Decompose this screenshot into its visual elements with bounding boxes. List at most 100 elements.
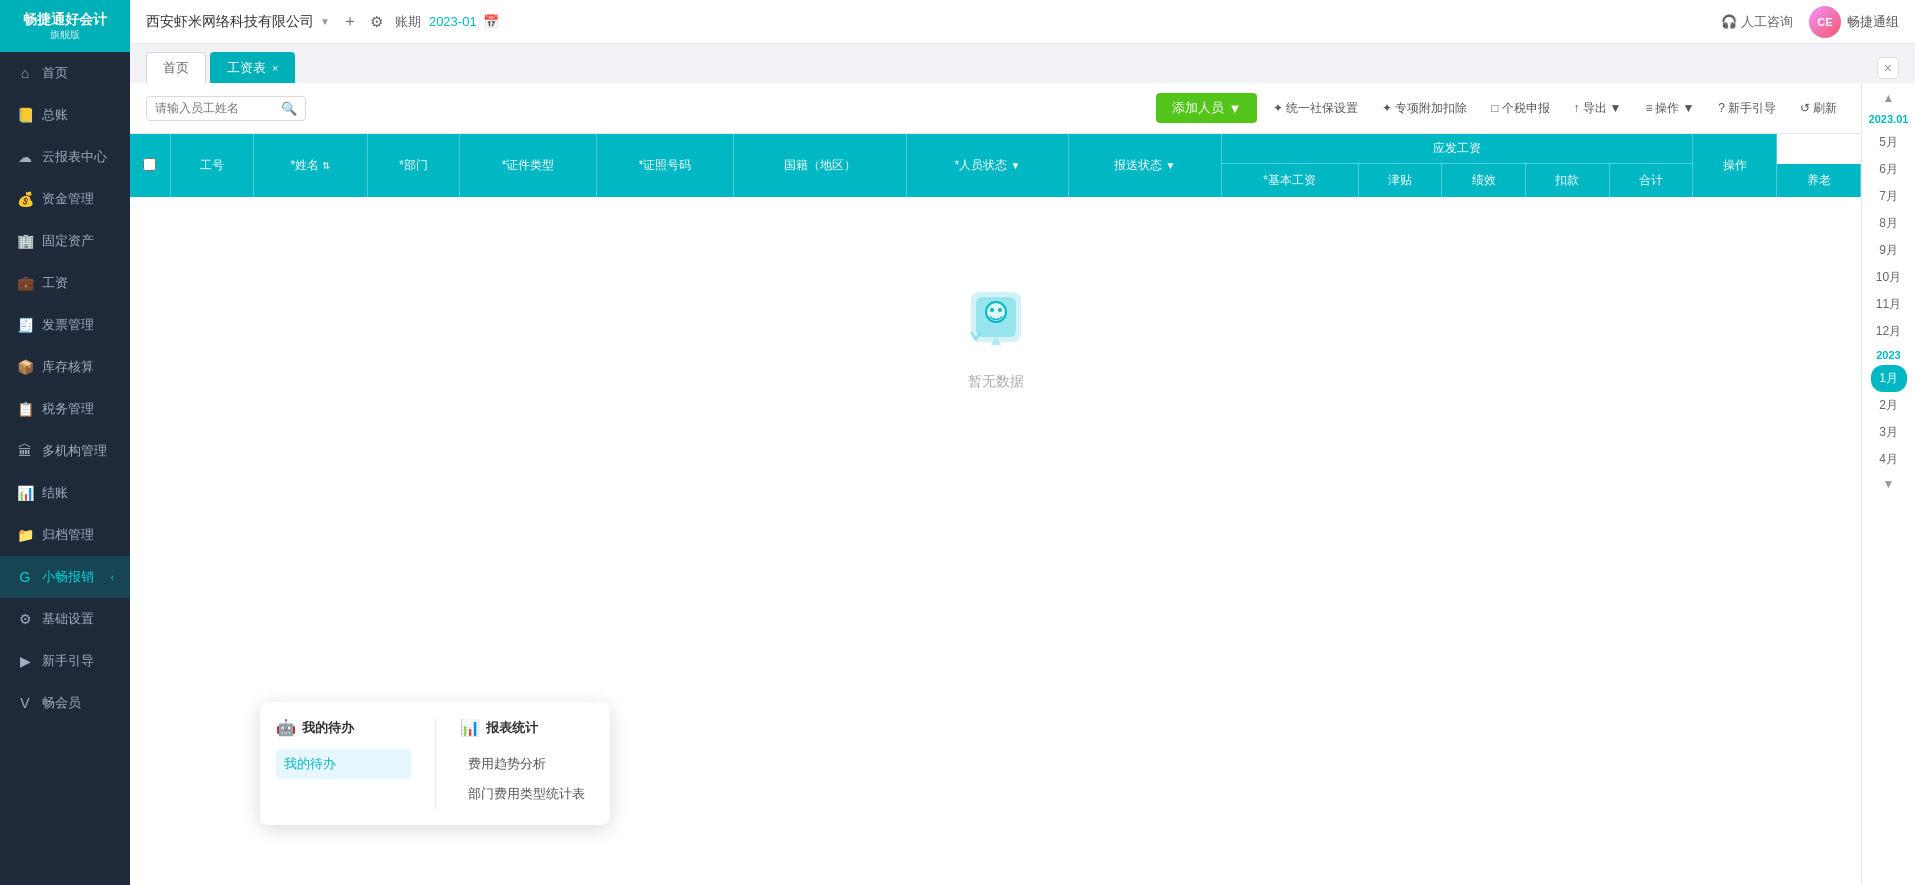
sidebar-item-xiaochang-report[interactable]: G 小畅报销 ‹: [0, 556, 130, 598]
sidebar-item-cloud-report[interactable]: ☁云报表中心: [0, 136, 130, 178]
sidebar-item-basic-settings[interactable]: ⚙基础设置: [0, 598, 130, 640]
logo-sub: 旗舰版: [10, 28, 120, 42]
th-person-status: *人员状态 ▼: [907, 134, 1069, 197]
tab-salary[interactable]: 工资表 ×: [210, 52, 295, 83]
search-input-wrap[interactable]: 🔍: [146, 96, 306, 121]
refresh-btn[interactable]: ↺ 刷新: [1792, 96, 1845, 121]
xiaochang-report-icon: G: [16, 569, 34, 585]
sidebar-item-settlement[interactable]: 📊结账: [0, 472, 130, 514]
asset-icon: 🏢: [16, 233, 34, 249]
th-pension: 养老: [1777, 164, 1861, 198]
refresh-label: 刷新: [1813, 100, 1837, 117]
company-selector[interactable]: 西安虾米网络科技有限公司 ▼: [146, 13, 330, 31]
timeline-month-4[interactable]: 4月: [1862, 446, 1915, 473]
sidebar-item-label-new-guide: 新手引导: [42, 652, 94, 670]
th-dept: *部门: [367, 134, 459, 197]
new-guide-btn[interactable]: ? 新手引导: [1710, 96, 1784, 121]
tab-salary-close-icon[interactable]: ×: [272, 62, 278, 74]
topbar-actions: ＋ ⚙ 账期 2023-01 📅: [342, 11, 499, 32]
fund-icon: 💰: [16, 191, 34, 207]
search-input[interactable]: [155, 101, 275, 115]
timeline-month-3[interactable]: 3月: [1862, 419, 1915, 446]
dropdown-col-pending: 🤖 我的待办 我的待办: [276, 718, 411, 809]
sidebar-item-label-settlement: 结账: [42, 484, 68, 502]
sidebar-item-home[interactable]: ⌂首页: [0, 52, 130, 94]
timeline-up-icon[interactable]: ▲: [1879, 87, 1899, 109]
sidebar-item-new-guide[interactable]: ▶新手引导: [0, 640, 130, 682]
tax-report-icon: □: [1491, 101, 1498, 115]
company-name: 西安虾米网络科技有限公司: [146, 13, 314, 31]
empty-state: 暂无数据: [130, 197, 1861, 471]
timeline-month-11[interactable]: 11月: [1862, 291, 1915, 318]
sidebar-item-label-archive: 归档管理: [42, 526, 94, 544]
salary-icon: 💼: [16, 275, 34, 291]
social-security-btn[interactable]: ✦ 统一社保设置: [1265, 96, 1366, 121]
xiaochang-report-arrow-icon: ‹: [111, 572, 114, 583]
th-name: *姓名 ⇅: [254, 134, 367, 197]
report-title-label: 报表统计: [486, 719, 538, 737]
timeline-month-2[interactable]: 2月: [1862, 392, 1915, 419]
sidebar-item-label-xiaochang-report: 小畅报销: [42, 568, 94, 586]
dropdown-panel: 🤖 我的待办 我的待办 📊 报表统计: [260, 702, 610, 825]
select-all-checkbox[interactable]: [143, 158, 156, 171]
sidebar-item-multi-org[interactable]: 🏛多机构管理: [0, 430, 130, 472]
th-id-no: *证照号码: [597, 134, 734, 197]
tax-report-btn[interactable]: □ 个税申报: [1483, 96, 1557, 121]
timeline-month-8[interactable]: 8月: [1862, 210, 1915, 237]
export-btn[interactable]: ↑ 导出 ▼: [1566, 96, 1630, 121]
sidebar-item-fund[interactable]: 💰资金管理: [0, 178, 130, 220]
home-icon: ⌂: [16, 65, 34, 81]
sidebar-item-membership[interactable]: V 畅会员: [0, 682, 130, 724]
sidebar-item-label-membership: 畅会员: [42, 694, 81, 712]
timeline-month-9[interactable]: 9月: [1862, 237, 1915, 264]
ledger-icon: 📒: [16, 107, 34, 123]
operations-icon: ≡: [1645, 101, 1652, 115]
service-btn[interactable]: 🎧 人工咨询: [1721, 13, 1793, 31]
dropdown-col-pending-title: 🤖 我的待办: [276, 718, 411, 737]
add-person-label: 添加人员: [1172, 99, 1224, 117]
avatar: CE: [1809, 6, 1841, 38]
tab-home[interactable]: 首页: [146, 52, 206, 83]
timeline-down-icon[interactable]: ▼: [1879, 473, 1899, 495]
dropdown-item-cost-trend[interactable]: 费用趋势分析: [460, 749, 595, 779]
invoice-icon: 🧾: [16, 317, 34, 333]
th-job-no: 工号: [170, 134, 254, 197]
sidebar-item-ledger[interactable]: 📒总账: [0, 94, 130, 136]
calendar-icon[interactable]: 📅: [483, 14, 499, 29]
timeline-month-10[interactable]: 10月: [1862, 264, 1915, 291]
settings-icon[interactable]: ⚙: [370, 13, 383, 31]
operations-chevron-icon: ▼: [1682, 101, 1694, 115]
sidebar-logo[interactable]: 畅捷通好会计 旗舰版: [0, 0, 130, 52]
th-id-type: *证件类型: [460, 134, 597, 197]
timeline-year-2023: 2023: [1872, 345, 1904, 365]
operations-btn[interactable]: ≡ 操作 ▼: [1637, 96, 1702, 121]
user-name: 畅捷通组: [1847, 13, 1899, 31]
dropdown-item-pending[interactable]: 我的待办: [276, 749, 411, 779]
timeline-month-12[interactable]: 12月: [1862, 318, 1915, 345]
dropdown-item-dept-cost[interactable]: 部门费用类型统计表: [460, 779, 595, 809]
period-value[interactable]: 2023-01: [429, 14, 477, 29]
sidebar-item-invoice[interactable]: 🧾发票管理: [0, 304, 130, 346]
timeline-month-7[interactable]: 7月: [1862, 183, 1915, 210]
add-company-icon[interactable]: ＋: [342, 11, 358, 32]
timeline-month-6[interactable]: 6月: [1862, 156, 1915, 183]
sidebar-item-tax[interactable]: 📋税务管理: [0, 388, 130, 430]
membership-icon: V: [16, 695, 34, 711]
sidebar-item-asset[interactable]: 🏢固定资产: [0, 220, 130, 262]
sidebar-item-archive[interactable]: 📁归档管理: [0, 514, 130, 556]
add-person-button[interactable]: 添加人员 ▼: [1156, 93, 1257, 123]
timeline-month-5[interactable]: 5月: [1862, 129, 1915, 156]
th-checkbox[interactable]: [130, 134, 170, 197]
th-report-status: 报送状态 ▼: [1068, 134, 1221, 197]
sidebar-item-salary[interactable]: 💼工资: [0, 262, 130, 304]
svg-point-3: [990, 308, 994, 312]
close-panel-icon[interactable]: ×: [1877, 57, 1899, 79]
sidebar-item-inventory[interactable]: 📦库存核算: [0, 346, 130, 388]
user-avatar-area[interactable]: CE 畅捷通组: [1809, 6, 1899, 38]
th-basic-salary: *基本工资: [1221, 164, 1358, 198]
basic-settings-icon: ⚙: [16, 611, 34, 627]
special-deduction-btn[interactable]: ✦ 专项附加扣除: [1374, 96, 1475, 121]
timeline-month-1[interactable]: 1月: [1871, 365, 1907, 392]
refresh-icon: ↺: [1800, 101, 1810, 115]
topbar-right: 🎧 人工咨询 CE 畅捷通组: [1721, 6, 1899, 38]
